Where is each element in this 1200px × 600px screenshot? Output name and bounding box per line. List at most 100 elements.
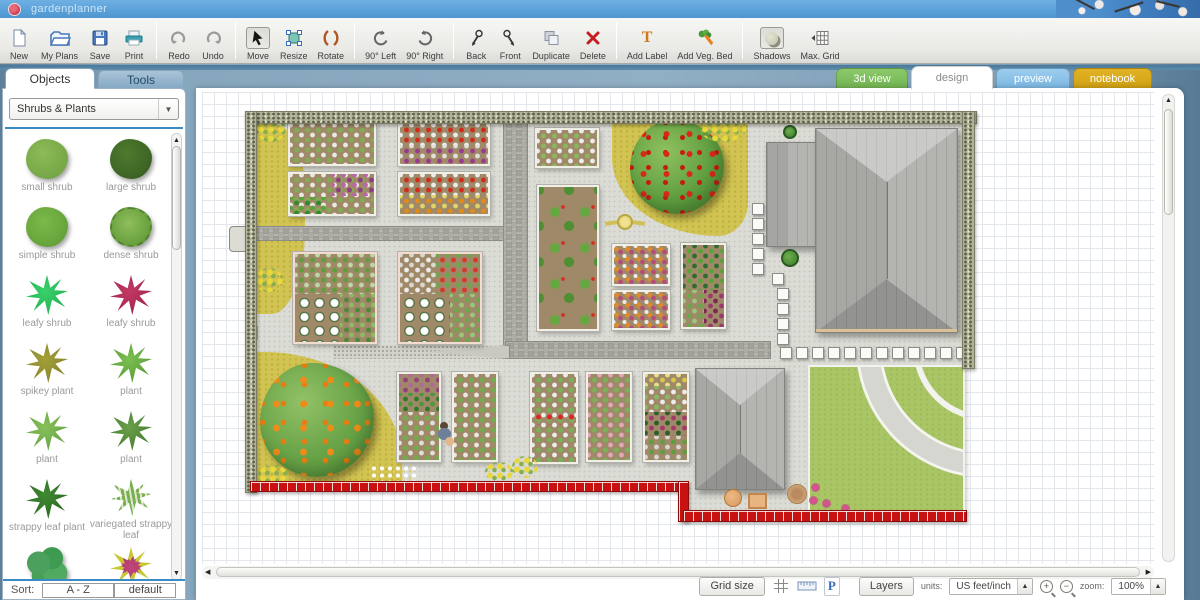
stepping-stone[interactable] xyxy=(752,233,764,245)
stepping-stone[interactable] xyxy=(860,347,872,359)
veg-bed[interactable] xyxy=(586,372,632,462)
yellow-flowers[interactable] xyxy=(485,462,513,482)
stone-path[interactable] xyxy=(503,120,528,346)
square-planter[interactable] xyxy=(748,493,767,509)
plant-item-variegated-strappy[interactable]: variegated strappy leaf xyxy=(89,473,173,541)
stepping-stone[interactable] xyxy=(796,347,808,359)
pink-flower[interactable] xyxy=(809,496,818,505)
rotate-90-right-button[interactable]: 90° Right xyxy=(401,18,448,63)
veg-bed[interactable] xyxy=(288,122,376,166)
veg-bed[interactable] xyxy=(537,185,599,331)
vertical-scrollbar[interactable]: ▲ xyxy=(1162,94,1175,562)
plant-item-small-shrub[interactable]: small shrub xyxy=(5,133,89,201)
veg-bed[interactable] xyxy=(288,172,376,216)
small-tree[interactable] xyxy=(781,249,799,267)
panel-scrollbar[interactable]: ▲ ▼ xyxy=(171,133,182,581)
yellow-flowers[interactable] xyxy=(512,456,538,478)
stone-wall[interactable] xyxy=(245,111,977,124)
veg-bed[interactable] xyxy=(293,252,377,344)
zoom-select[interactable]: 100% ▲ xyxy=(1111,577,1166,595)
pink-flower[interactable] xyxy=(822,499,831,508)
veg-bed[interactable] xyxy=(681,243,726,329)
sort-az-button[interactable]: A - Z xyxy=(42,582,115,598)
delete-button[interactable]: Delete xyxy=(575,18,611,63)
zoom-in-icon[interactable]: + xyxy=(1039,577,1053,596)
perspective-icon[interactable]: P xyxy=(823,576,840,596)
stepping-stone[interactable] xyxy=(924,347,936,359)
tab-3d-view[interactable]: 3d view xyxy=(836,68,908,88)
person-figure[interactable] xyxy=(435,422,455,448)
send-back-button[interactable]: Back xyxy=(459,18,493,63)
lawn[interactable] xyxy=(808,365,965,513)
plant-item-plant-1[interactable]: plant xyxy=(89,337,173,405)
plant-item-strappy-leaf[interactable]: strappy leaf plant xyxy=(5,473,89,541)
plant-item-large-shrub[interactable]: large shrub xyxy=(89,133,173,201)
vertical-scrollbar-thumb[interactable] xyxy=(1164,109,1173,215)
brick-wall[interactable] xyxy=(683,510,967,522)
units-select[interactable]: US feet/inch ▲ xyxy=(949,577,1033,595)
print-button[interactable]: Print xyxy=(117,18,151,63)
rotate-button[interactable]: Rotate xyxy=(313,18,350,63)
duplicate-button[interactable]: Duplicate xyxy=(527,18,575,63)
plant-item-dense-shrub[interactable]: dense shrub xyxy=(89,201,173,269)
small-tree[interactable] xyxy=(783,125,797,139)
resize-button[interactable]: Resize xyxy=(275,18,313,63)
plant-item-leafy-shrub-green[interactable]: leafy shrub xyxy=(5,269,89,337)
plant-item-plant-2[interactable]: plant xyxy=(5,405,89,473)
veg-bed[interactable] xyxy=(535,128,599,168)
scroll-up-arrow-icon[interactable]: ▲ xyxy=(1165,97,1172,104)
tab-objects[interactable]: Objects xyxy=(5,68,95,89)
stepping-stone[interactable] xyxy=(892,347,904,359)
tab-preview[interactable]: preview xyxy=(996,68,1070,88)
plant-item-plant-3[interactable]: plant xyxy=(89,405,173,473)
stone-path[interactable] xyxy=(505,341,771,359)
scroll-left-arrow-icon[interactable]: ◀ xyxy=(205,569,210,576)
stepping-stone[interactable] xyxy=(812,347,824,359)
stepping-stone[interactable] xyxy=(752,203,764,215)
stepping-stone[interactable] xyxy=(772,273,784,285)
shed-roof[interactable] xyxy=(695,368,785,490)
plant-item-spikey-plant[interactable]: spikey plant xyxy=(5,337,89,405)
grid-toggle-icon[interactable] xyxy=(772,577,790,596)
pink-flower[interactable] xyxy=(811,483,820,492)
panel-scrollbar-thumb[interactable] xyxy=(172,146,181,250)
stepping-stone[interactable] xyxy=(876,347,888,359)
bring-front-button[interactable]: Front xyxy=(493,18,527,63)
veg-bed[interactable] xyxy=(612,244,670,286)
stepping-stone[interactable] xyxy=(752,218,764,230)
tab-notebook[interactable]: notebook xyxy=(1073,68,1152,88)
stone-wall[interactable] xyxy=(962,111,975,369)
save-button[interactable]: Save xyxy=(83,18,117,63)
stepping-stone[interactable] xyxy=(752,263,764,275)
undo-button[interactable]: Undo xyxy=(196,18,230,63)
tab-design[interactable]: design xyxy=(911,66,993,89)
veg-bed[interactable] xyxy=(452,372,498,462)
veg-bed[interactable] xyxy=(398,172,490,216)
stepping-stone[interactable] xyxy=(777,288,789,300)
stone-wall[interactable] xyxy=(245,111,257,493)
veg-bed[interactable] xyxy=(643,372,689,462)
plant-item-poinsettia[interactable] xyxy=(89,541,173,581)
stepping-stone[interactable] xyxy=(777,318,789,330)
veg-bed[interactable] xyxy=(398,122,490,166)
move-button[interactable]: Move xyxy=(241,18,275,63)
add-veg-bed-button[interactable]: Add Veg. Bed xyxy=(672,18,737,63)
redo-button[interactable]: Redo xyxy=(162,18,196,63)
plant-item-leafy-shrub-red[interactable]: leafy shrub xyxy=(89,269,173,337)
stone-path[interactable] xyxy=(250,226,506,241)
yellow-green-plant[interactable] xyxy=(255,268,283,292)
design-canvas[interactable] xyxy=(202,92,1154,564)
brick-wall[interactable] xyxy=(250,481,688,492)
round-planter[interactable] xyxy=(724,489,742,507)
shadows-toggle[interactable]: Shadows xyxy=(748,18,795,63)
stepping-stone[interactable] xyxy=(777,303,789,315)
new-button[interactable]: New xyxy=(2,18,36,63)
sort-default-button[interactable]: default xyxy=(114,582,177,598)
my-plans-button[interactable]: My Plans xyxy=(36,18,83,63)
layers-button[interactable]: Layers xyxy=(858,576,914,596)
category-dropdown[interactable]: Shrubs & Plants ▼ xyxy=(9,98,179,120)
stepping-stone[interactable] xyxy=(940,347,952,359)
tab-tools[interactable]: Tools xyxy=(98,70,184,89)
rotate-90-left-button[interactable]: 90° Left xyxy=(360,18,401,63)
stepping-stone[interactable] xyxy=(844,347,856,359)
